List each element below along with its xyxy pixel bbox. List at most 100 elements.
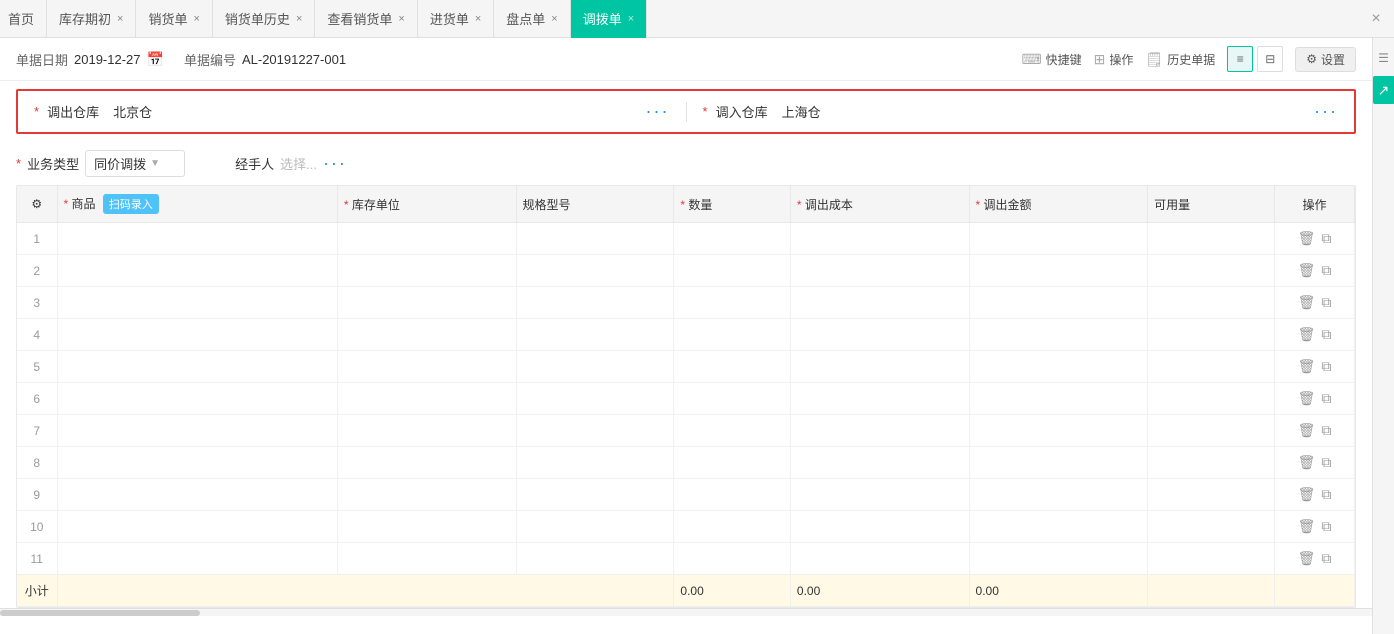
amount-cell[interactable]	[969, 287, 1148, 319]
tab-purchase-order[interactable]: 进货单 ×	[418, 0, 494, 38]
qty-cell[interactable]	[674, 415, 791, 447]
product-cell[interactable]	[57, 479, 337, 511]
close-tab-sales-history[interactable]: ×	[296, 13, 302, 25]
copy-row-button[interactable]: ⧉	[1321, 262, 1331, 279]
product-cell[interactable]	[57, 351, 337, 383]
product-cell[interactable]	[57, 511, 337, 543]
available-cell[interactable]	[1148, 415, 1275, 447]
scan-button[interactable]: 扫码录入	[103, 194, 159, 214]
qty-cell[interactable]	[674, 511, 791, 543]
copy-row-button[interactable]: ⧉	[1321, 422, 1331, 439]
sidebar-list-button[interactable]: ☰	[1374, 48, 1394, 68]
tab-inventory-init[interactable]: 库存期初 ×	[47, 0, 136, 38]
copy-row-button[interactable]: ⧉	[1321, 390, 1331, 407]
window-close-button[interactable]: ×	[1366, 9, 1386, 29]
delete-row-button[interactable]: 🗑	[1298, 326, 1316, 343]
amount-cell[interactable]	[969, 319, 1148, 351]
unit-cell[interactable]	[337, 223, 516, 255]
transfer-out-more[interactable]: ···	[646, 101, 670, 122]
scrollbar-thumb[interactable]	[0, 610, 200, 616]
unit-cell[interactable]	[337, 447, 516, 479]
qty-cell[interactable]	[674, 543, 791, 575]
product-cell[interactable]	[57, 255, 337, 287]
close-tab-purchase-order[interactable]: ×	[475, 13, 481, 25]
transfer-in-more[interactable]: ···	[1314, 101, 1338, 122]
spec-cell[interactable]	[516, 383, 674, 415]
cost-cell[interactable]	[790, 287, 969, 319]
tab-inventory-check[interactable]: 盘点单 ×	[494, 0, 570, 38]
close-tab-sales-order[interactable]: ×	[193, 13, 199, 25]
spec-cell[interactable]	[516, 287, 674, 319]
delete-row-button[interactable]: 🗑	[1298, 454, 1316, 471]
cost-cell[interactable]	[790, 351, 969, 383]
spec-cell[interactable]	[516, 351, 674, 383]
cost-cell[interactable]	[790, 383, 969, 415]
unit-cell[interactable]	[337, 351, 516, 383]
cost-cell[interactable]	[790, 479, 969, 511]
available-cell[interactable]	[1148, 479, 1275, 511]
available-cell[interactable]	[1148, 511, 1275, 543]
gear-column-header[interactable]: ⚙	[17, 186, 57, 223]
cost-cell[interactable]	[790, 543, 969, 575]
qty-cell[interactable]	[674, 447, 791, 479]
delete-row-button[interactable]: 🗑	[1298, 294, 1316, 311]
delete-row-button[interactable]: 🗑	[1298, 230, 1316, 247]
cost-cell[interactable]	[790, 319, 969, 351]
spec-cell[interactable]	[516, 255, 674, 287]
history-button[interactable]: 🗒 历史单据	[1145, 51, 1215, 68]
product-cell[interactable]	[57, 415, 337, 447]
spec-cell[interactable]	[516, 223, 674, 255]
spec-cell[interactable]	[516, 415, 674, 447]
available-cell[interactable]	[1148, 319, 1275, 351]
close-tab-view-sales[interactable]: ×	[398, 13, 404, 25]
product-cell[interactable]	[57, 447, 337, 479]
unit-cell[interactable]	[337, 287, 516, 319]
spec-cell[interactable]	[516, 543, 674, 575]
spec-cell[interactable]	[516, 479, 674, 511]
available-cell[interactable]	[1148, 255, 1275, 287]
product-cell[interactable]	[57, 319, 337, 351]
available-cell[interactable]	[1148, 447, 1275, 479]
contact-more[interactable]: ···	[323, 153, 347, 174]
qty-cell[interactable]	[674, 479, 791, 511]
close-tab-transfer[interactable]: ×	[628, 13, 634, 25]
calendar-icon[interactable]: 📅	[147, 51, 164, 68]
available-cell[interactable]	[1148, 351, 1275, 383]
copy-row-button[interactable]: ⧉	[1321, 454, 1331, 471]
available-cell[interactable]	[1148, 223, 1275, 255]
spec-cell[interactable]	[516, 319, 674, 351]
product-cell[interactable]	[57, 223, 337, 255]
amount-cell[interactable]	[969, 479, 1148, 511]
cost-cell[interactable]	[790, 511, 969, 543]
unit-cell[interactable]	[337, 319, 516, 351]
delete-row-button[interactable]: 🗑	[1298, 422, 1316, 439]
delete-row-button[interactable]: 🗑	[1298, 262, 1316, 279]
tab-view-sales[interactable]: 查看销货单 ×	[315, 0, 417, 38]
setting-button[interactable]: ⚙ 设置	[1295, 47, 1356, 72]
amount-cell[interactable]	[969, 415, 1148, 447]
available-cell[interactable]	[1148, 543, 1275, 575]
contact-placeholder[interactable]: 选择...	[280, 154, 317, 173]
unit-cell[interactable]	[337, 255, 516, 287]
amount-cell[interactable]	[969, 511, 1148, 543]
qty-cell[interactable]	[674, 383, 791, 415]
amount-cell[interactable]	[969, 223, 1148, 255]
amount-cell[interactable]	[969, 543, 1148, 575]
qty-cell[interactable]	[674, 287, 791, 319]
available-cell[interactable]	[1148, 287, 1275, 319]
copy-row-button[interactable]: ⧉	[1321, 358, 1331, 375]
tab-transfer[interactable]: 调拨单 ×	[571, 0, 647, 38]
unit-cell[interactable]	[337, 511, 516, 543]
shortcuts-button[interactable]: ⌨ 快捷键	[1021, 51, 1081, 68]
unit-cell[interactable]	[337, 383, 516, 415]
amount-cell[interactable]	[969, 447, 1148, 479]
tab-sales-order[interactable]: 销货单 ×	[136, 0, 212, 38]
tab-sales-history[interactable]: 销货单历史 ×	[213, 0, 315, 38]
delete-row-button[interactable]: 🗑	[1298, 358, 1316, 375]
cost-cell[interactable]	[790, 255, 969, 287]
close-tab-inventory-check[interactable]: ×	[551, 13, 557, 25]
copy-row-button[interactable]: ⧉	[1321, 518, 1331, 535]
qty-cell[interactable]	[674, 223, 791, 255]
qty-cell[interactable]	[674, 351, 791, 383]
copy-row-button[interactable]: ⧉	[1321, 294, 1331, 311]
